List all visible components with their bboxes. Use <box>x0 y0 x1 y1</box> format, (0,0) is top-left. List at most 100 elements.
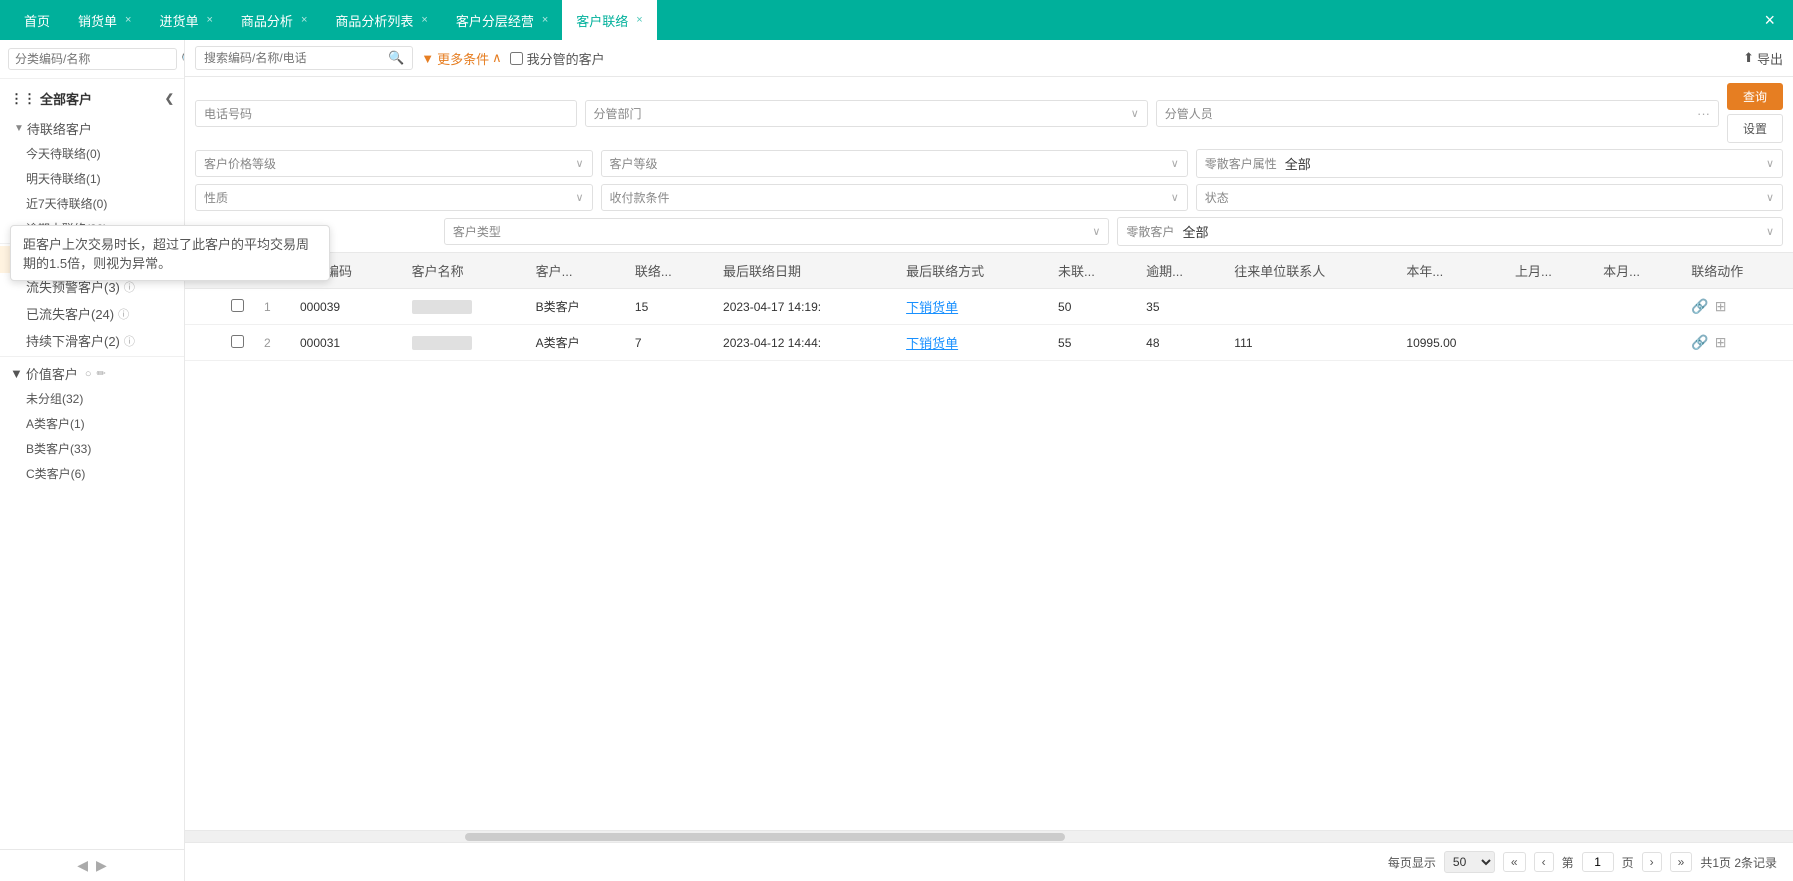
nav-tab-purchase[interactable]: 进货单 × <box>145 0 226 40</box>
col-customer-name[interactable]: 客户名称 <box>402 253 526 289</box>
retail-attr-field[interactable]: 零散客户属性 全部 ∨ <box>1196 149 1783 178</box>
nav-tab-customer-layer-close[interactable]: × <box>542 14 548 26</box>
per-page-select[interactable]: 50 100 <box>1444 851 1495 873</box>
next-page-button[interactable]: › <box>1642 852 1662 872</box>
dept-chevron: ∨ <box>1131 107 1139 120</box>
retail-customer-val: 全部 <box>1182 222 1208 241</box>
sidebar-group-pending[interactable]: ▼ 待联络客户 <box>0 114 184 141</box>
col-last-method-label: 最后联络方式 <box>906 264 984 279</box>
customer-grade-field[interactable]: 客户等级 ∨ <box>601 150 1188 177</box>
col-last-contact-method[interactable]: 最后联络方式 <box>896 253 1048 289</box>
customer-type-field[interactable]: 客户类型 ∨ <box>444 218 1110 245</box>
sidebar-item-7days-pending[interactable]: 近7天待联络(0) <box>0 191 184 216</box>
declining-info-icon: ⓘ <box>124 333 135 349</box>
prev-page-button[interactable]: ‹ <box>1534 852 1554 872</box>
status-field[interactable]: 状态 ∨ <box>1196 184 1783 211</box>
row1-last-month <box>1505 289 1593 325</box>
first-page-button[interactable]: « <box>1503 852 1526 872</box>
row2-qr-icon[interactable]: ⊞ <box>1715 334 1727 351</box>
row2-contact-count: 7 <box>625 325 713 361</box>
manager-dots[interactable]: ··· <box>1697 106 1710 121</box>
col-contact-count[interactable]: 联络... <box>625 253 713 289</box>
col-uncontacted[interactable]: 未联... <box>1048 253 1136 289</box>
nav-tab-product-list-close[interactable]: × <box>421 14 427 26</box>
sidebar-item-ungroup[interactable]: 未分组(32) <box>0 386 184 411</box>
row1-select-checkbox[interactable] <box>231 299 244 312</box>
sidebar-root-all-customers[interactable]: ⋮⋮ 全部客户 ❮ <box>0 83 184 114</box>
row2-code[interactable]: 000031 <box>290 325 402 361</box>
more-conditions-button[interactable]: ▼ 更多条件 ∧ <box>421 49 501 68</box>
retail-customer-field[interactable]: 零散客户 全部 ∨ <box>1117 217 1783 246</box>
nav-tab-sales-close[interactable]: × <box>125 14 131 26</box>
col-overdue[interactable]: 逾期... <box>1136 253 1224 289</box>
nav-tab-customer-contact-close[interactable]: × <box>636 14 642 26</box>
payment-field[interactable]: 收付款条件 ∨ <box>601 184 1188 211</box>
horizontal-scrollbar[interactable] <box>185 830 1793 842</box>
sidebar-item-c-class[interactable]: C类客户(6) <box>0 461 184 486</box>
gender-field[interactable]: 性质 ∨ <box>195 184 593 211</box>
nav-tab-customer-contact[interactable]: 客户联络 × <box>562 0 656 40</box>
row2-select-checkbox[interactable] <box>231 335 244 348</box>
col-last-contact-date[interactable]: 最后联络日期 <box>713 253 896 289</box>
sidebar-expand-button[interactable]: ▶ <box>96 857 107 874</box>
row2-method-link[interactable]: 下销货单 <box>906 336 958 351</box>
row1-checkbox[interactable] <box>221 289 254 325</box>
col-this-year[interactable]: 本年... <box>1396 253 1505 289</box>
sidebar-item-today-pending[interactable]: 今天待联络(0) <box>0 141 184 166</box>
row1-uncontacted: 50 <box>1048 289 1136 325</box>
col-grade-label: 客户... <box>536 264 573 279</box>
row1-last-method[interactable]: 下销货单 <box>896 289 1048 325</box>
row1-link-icon[interactable]: 🔗 <box>1691 298 1708 315</box>
window-close-button[interactable]: × <box>1756 10 1783 31</box>
row2-checkbox[interactable] <box>221 325 254 361</box>
main-search-input[interactable] <box>204 51 384 65</box>
sidebar-item-churned[interactable]: 已流失客户(24) ⓘ <box>0 300 184 327</box>
sidebar-item-a-class[interactable]: A类客户(1) <box>0 411 184 436</box>
current-page-input[interactable] <box>1582 852 1614 872</box>
row2-no: 2 <box>254 325 290 361</box>
export-button[interactable]: ⬆ 导出 <box>1743 49 1783 68</box>
col-overdue-label: 逾期... <box>1146 264 1183 279</box>
sidebar-item-b-class[interactable]: B类客户(33) <box>0 436 184 461</box>
col-grade[interactable]: 客户... <box>526 253 625 289</box>
my-customer-checkbox[interactable] <box>510 52 523 65</box>
scrollbar-thumb[interactable] <box>465 833 1065 841</box>
row2-last-date: 2023-04-12 14:44: <box>713 325 896 361</box>
row2-last-method[interactable]: 下销货单 <box>896 325 1048 361</box>
settings-button[interactable]: 设置 <box>1727 114 1783 143</box>
manager-field[interactable]: 分管人员 ··· <box>1156 100 1719 127</box>
retail-customer-chevron: ∨ <box>1766 225 1774 238</box>
row1-code[interactable]: 000039 <box>290 289 402 325</box>
nav-tab-customer-layer[interactable]: 客户分层经营 × <box>442 0 562 40</box>
col-this-month[interactable]: 本月... <box>1593 253 1681 289</box>
last-page-button[interactable]: » <box>1670 852 1693 872</box>
export-label: 导出 <box>1757 49 1783 68</box>
manager-label: 分管人员 <box>1165 105 1213 122</box>
phone-field[interactable]: 电话号码 <box>195 100 577 127</box>
customer-price-grade-field[interactable]: 客户价格等级 ∨ <box>195 150 593 177</box>
row1-method-link[interactable]: 下销货单 <box>906 300 958 315</box>
churned-info-icon: ⓘ <box>118 306 129 322</box>
query-button[interactable]: 查询 <box>1727 83 1783 110</box>
sidebar-collapse-button[interactable]: ◀ <box>77 857 88 874</box>
table-header-row: ⚙ 客户编码 客户名称 客户... 联络... <box>185 253 1793 289</box>
row1-qr-icon[interactable]: ⊞ <box>1715 298 1727 315</box>
adv-row-2: 客户价格等级 ∨ 客户等级 ∨ 零散客户属性 全部 ∨ <box>195 149 1783 178</box>
nav-tab-product-analysis[interactable]: 商品分析 × <box>227 0 321 40</box>
search-box: 🔍 <box>195 46 413 70</box>
sidebar-price-group-header[interactable]: ▼ 价值客户 ○ ✏ <box>0 359 184 386</box>
my-customer-filter[interactable]: 我分管的客户 <box>510 49 605 68</box>
nav-tab-product-list[interactable]: 商品分析列表 × <box>321 0 441 40</box>
nav-tab-home[interactable]: 首页 <box>10 0 64 40</box>
row2-link-icon[interactable]: 🔗 <box>1691 334 1708 351</box>
col-unit-contact[interactable]: 往来单位联系人 <box>1224 253 1396 289</box>
sidebar-item-tomorrow-pending[interactable]: 明天待联络(1) <box>0 166 184 191</box>
edit-icon[interactable]: ✏ <box>97 367 106 380</box>
sidebar-search-input[interactable] <box>8 48 177 70</box>
nav-tab-product-analysis-close[interactable]: × <box>301 14 307 26</box>
nav-tab-purchase-close[interactable]: × <box>206 14 212 26</box>
sidebar-item-declining[interactable]: 持续下滑客户(2) ⓘ <box>0 327 184 354</box>
col-last-month[interactable]: 上月... <box>1505 253 1593 289</box>
nav-tab-sales[interactable]: 销货单 × <box>64 0 145 40</box>
dept-field[interactable]: 分管部门 ∨ <box>585 100 1148 127</box>
